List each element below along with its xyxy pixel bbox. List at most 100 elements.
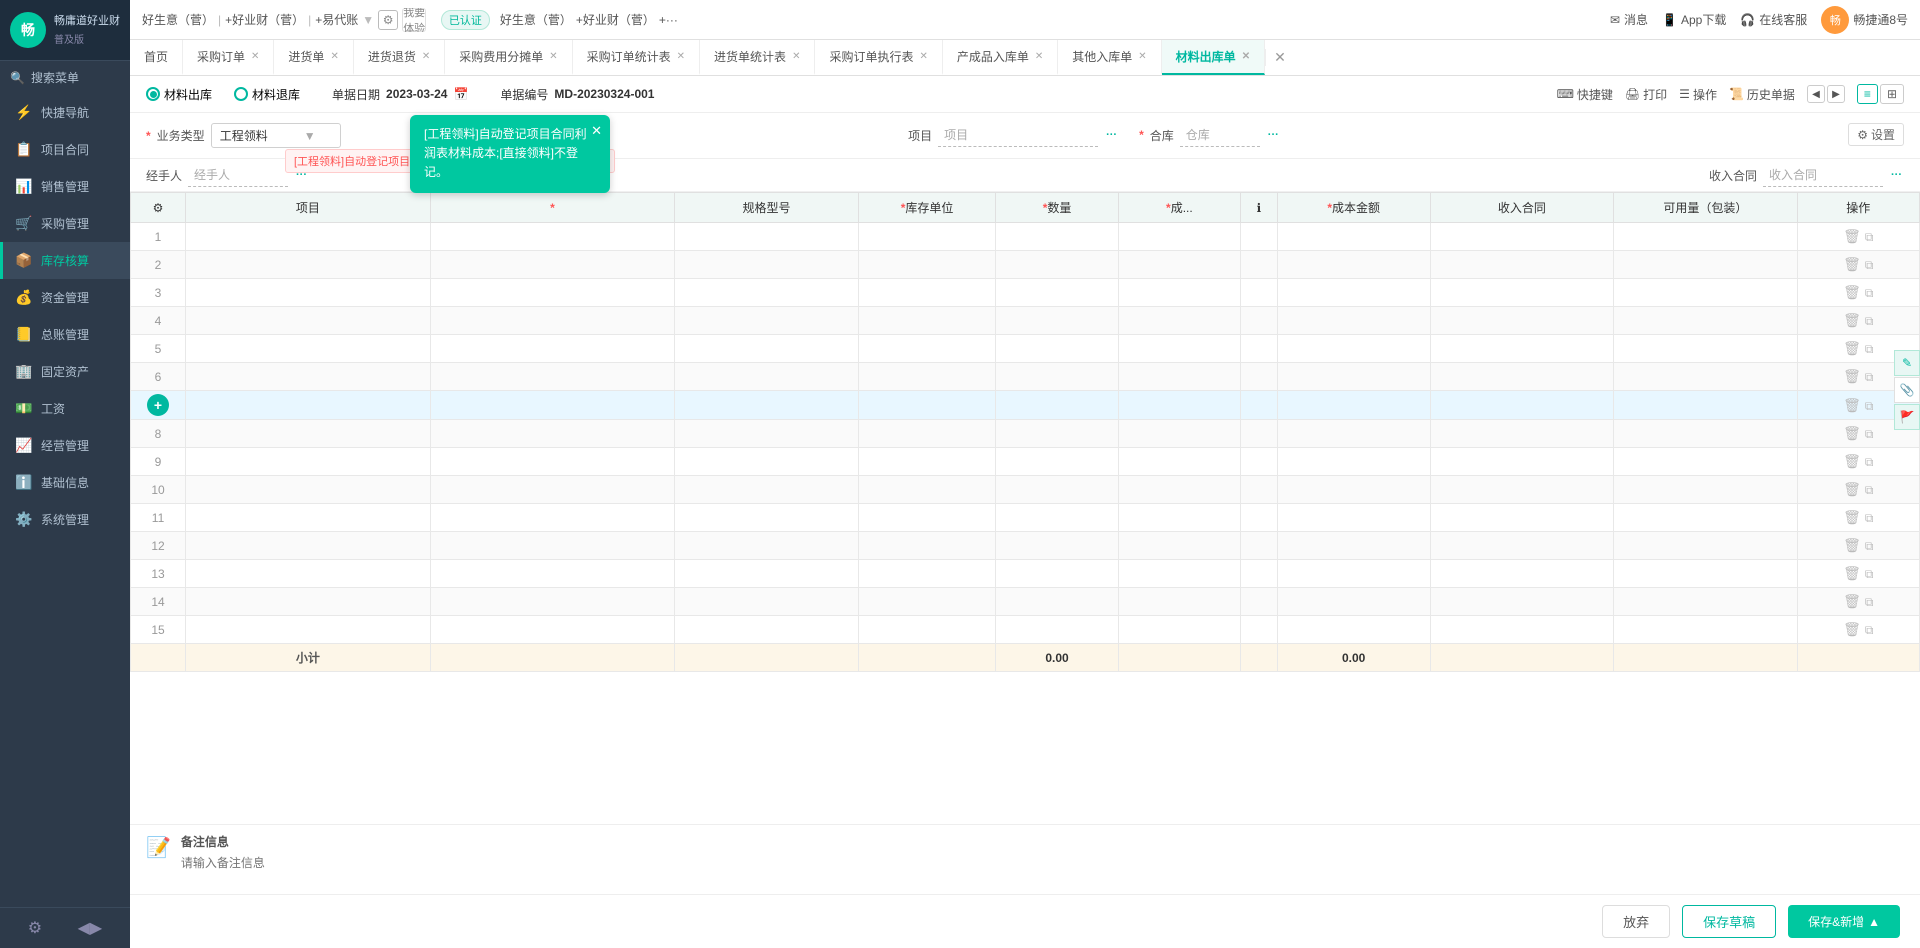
tab-purchase-exec[interactable]: 采购订单执行表 ✕ [815, 40, 942, 75]
tab-close-inbound-stat[interactable]: ✕ [792, 51, 800, 62]
delete-row-btn[interactable]: 🗑 [1843, 621, 1861, 637]
tab-material-out[interactable]: 材料出库单 ✕ [1162, 40, 1265, 75]
copy-row-btn[interactable]: ⧉ [1865, 483, 1874, 497]
tabs-close-all-btn[interactable]: ✕ [1265, 49, 1294, 66]
sidebar-collapse-btn[interactable]: ◀▶ [78, 918, 103, 938]
sidebar-item-nav[interactable]: ⚡ 快捷导航 [0, 94, 130, 131]
delete-row-btn[interactable]: 🗑 [1843, 425, 1861, 441]
project-input[interactable]: 项目 [938, 123, 1098, 147]
prev-btn[interactable]: ◀ [1807, 85, 1825, 103]
delete-row-btn[interactable]: 🗑 [1843, 284, 1861, 300]
delete-row-btn[interactable]: 🗑 [1843, 340, 1861, 356]
th-gear[interactable]: ⚙ [131, 193, 186, 223]
rp-flag-btn[interactable]: 🚩 [1894, 404, 1920, 430]
tab-purchase-return[interactable]: 进货退货 ✕ [354, 40, 445, 75]
project-expand-btn[interactable]: ··· [1104, 129, 1119, 141]
delete-row-btn[interactable]: 🗑 [1843, 565, 1861, 581]
tab-close-purchase-split[interactable]: ✕ [549, 51, 557, 62]
discard-btn[interactable]: 放弃 [1602, 905, 1670, 938]
tab-purchase-in[interactable]: 进货单 ✕ [274, 40, 353, 75]
tab-purchase-split[interactable]: 采购费用分摊单 ✕ [445, 40, 572, 75]
sidebar-item-management[interactable]: 📈 经营管理 [0, 427, 130, 464]
copy-row-btn[interactable]: ⧉ [1865, 258, 1874, 272]
app-download-btn[interactable]: 📱 App下载 [1662, 11, 1726, 28]
notes-input[interactable] [181, 854, 1904, 872]
copy-row-btn[interactable]: ⧉ [1865, 314, 1874, 328]
sidebar-settings-btn[interactable]: ⚙ [28, 918, 42, 938]
copy-row-btn[interactable]: ⧉ [1865, 623, 1874, 637]
history-btn[interactable]: 📜 历史单据 [1729, 86, 1795, 103]
tab-close-product-in[interactable]: ✕ [1035, 51, 1043, 62]
row7-material-input[interactable] [435, 398, 671, 412]
grid-view-btn[interactable]: ⊞ [1880, 84, 1904, 104]
list-view-btn[interactable]: ≡ [1857, 84, 1878, 104]
sidebar-item-contract[interactable]: 📋 项目合同 [0, 131, 130, 168]
topbar-nav2[interactable]: +好业财（菅） [225, 11, 304, 28]
tab-close-other-in[interactable]: ✕ [1138, 51, 1146, 62]
msg-btn[interactable]: ✉ 消息 [1610, 11, 1648, 28]
copy-row-btn[interactable]: ⧉ [1865, 342, 1874, 356]
copy-row-btn[interactable]: ⧉ [1865, 427, 1874, 441]
rp-clip-btn[interactable]: 📎 [1894, 377, 1920, 403]
online-service-btn[interactable]: 🎧 在线客服 [1740, 11, 1807, 28]
tab-inbound-stat[interactable]: 进货单统计表 ✕ [700, 40, 815, 75]
copy-row-btn[interactable]: ⧉ [1865, 595, 1874, 609]
sidebar-item-purchase[interactable]: 🛒 采购管理 [0, 205, 130, 242]
sidebar-search[interactable]: 🔍 搜索菜单 [0, 61, 130, 94]
dropdown-arrow-icon[interactable]: ▲ [1868, 915, 1880, 929]
delete-row-btn[interactable]: 🗑 [1843, 312, 1861, 328]
warehouse-expand-btn[interactable]: ··· [1266, 129, 1281, 141]
print-btn[interactable]: 🖨 打印 [1625, 86, 1667, 103]
next-btn[interactable]: ▶ [1827, 85, 1845, 103]
delete-row-btn[interactable]: 🗑 [1843, 453, 1861, 469]
sidebar-item-assets[interactable]: 🏢 固定资产 [0, 353, 130, 390]
sidebar-item-sales[interactable]: 📊 销售管理 [0, 168, 130, 205]
delete-row-btn[interactable]: 🗑 [1843, 537, 1861, 553]
delete-row-btn[interactable]: 🗑 [1843, 228, 1861, 244]
delete-row-btn[interactable]: 🗑 [1843, 509, 1861, 525]
topbar-nav6[interactable]: +··· [659, 13, 678, 27]
copy-row-btn[interactable]: ⧉ [1865, 567, 1874, 581]
sidebar-item-inventory[interactable]: 📦 库存核算 [0, 242, 130, 279]
topbar-nav4[interactable]: 好生意（菅） [500, 11, 572, 28]
tab-close-purchase-exec[interactable]: ✕ [919, 51, 927, 62]
handler-input[interactable]: 经手人 [188, 163, 288, 187]
sidebar-item-basicinfo[interactable]: ℹ️ 基础信息 [0, 464, 130, 501]
user-info[interactable]: 畅 畅捷通8号 [1821, 6, 1908, 34]
copy-row-btn[interactable]: ⧉ [1865, 511, 1874, 525]
income-contract-expand-btn[interactable]: ··· [1889, 169, 1904, 181]
topbar-nav3[interactable]: +易代账 [315, 11, 358, 28]
delete-row-btn[interactable]: 🗑 [1843, 368, 1861, 384]
tab-close-material-out[interactable]: ✕ [1242, 51, 1250, 62]
sidebar-item-salary[interactable]: 💵 工资 [0, 390, 130, 427]
copy-row-btn[interactable]: ⧉ [1865, 370, 1874, 384]
delete-row-btn[interactable]: 🗑 [1843, 481, 1861, 497]
copy-row-btn[interactable]: ⧉ [1865, 399, 1874, 413]
warehouse-input[interactable]: 仓库 [1180, 123, 1260, 147]
biz-type-select[interactable]: 工程领料 ▼ [211, 123, 341, 148]
tab-purchase-order[interactable]: 采购订单 ✕ [183, 40, 274, 75]
shortcut-btn[interactable]: ⌨ 快捷键 [1557, 86, 1613, 103]
delete-row-btn[interactable]: 🗑 [1843, 256, 1861, 272]
tab-close-purchase-return[interactable]: ✕ [422, 51, 430, 62]
add-row-btn[interactable]: + [147, 394, 169, 416]
sidebar-item-system[interactable]: ⚙️ 系统管理 [0, 501, 130, 538]
radio-material-out[interactable]: 材料出库 [146, 86, 212, 103]
radio-material-return[interactable]: 材料退库 [234, 86, 300, 103]
rp-edit-btn[interactable]: ✎ [1894, 350, 1920, 376]
topbar-nav1[interactable]: 好生意（菅） [142, 11, 214, 28]
tab-close-purchase-order[interactable]: ✕ [251, 51, 259, 62]
tooltip-close-btn[interactable]: ✕ [591, 121, 602, 142]
income-contract-input[interactable]: 收入合同 [1763, 163, 1883, 187]
copy-row-btn[interactable]: ⧉ [1865, 455, 1874, 469]
sidebar-item-ledger[interactable]: 📒 总账管理 [0, 316, 130, 353]
copy-row-btn[interactable]: ⧉ [1865, 286, 1874, 300]
save-new-btn[interactable]: 保存&新增 ▲ [1788, 905, 1900, 938]
tab-product-in[interactable]: 产成品入库单 ✕ [943, 40, 1058, 75]
save-draft-btn[interactable]: 保存草稿 [1682, 905, 1776, 938]
operation-btn[interactable]: ☰ 操作 [1679, 86, 1717, 103]
calendar-icon[interactable]: 📅 [453, 87, 468, 101]
row7-project-input[interactable] [190, 398, 426, 412]
topbar-nav5[interactable]: +好业财（菅） [576, 11, 655, 28]
form-settings-btn[interactable]: ⚙ 设置 [1848, 123, 1904, 146]
